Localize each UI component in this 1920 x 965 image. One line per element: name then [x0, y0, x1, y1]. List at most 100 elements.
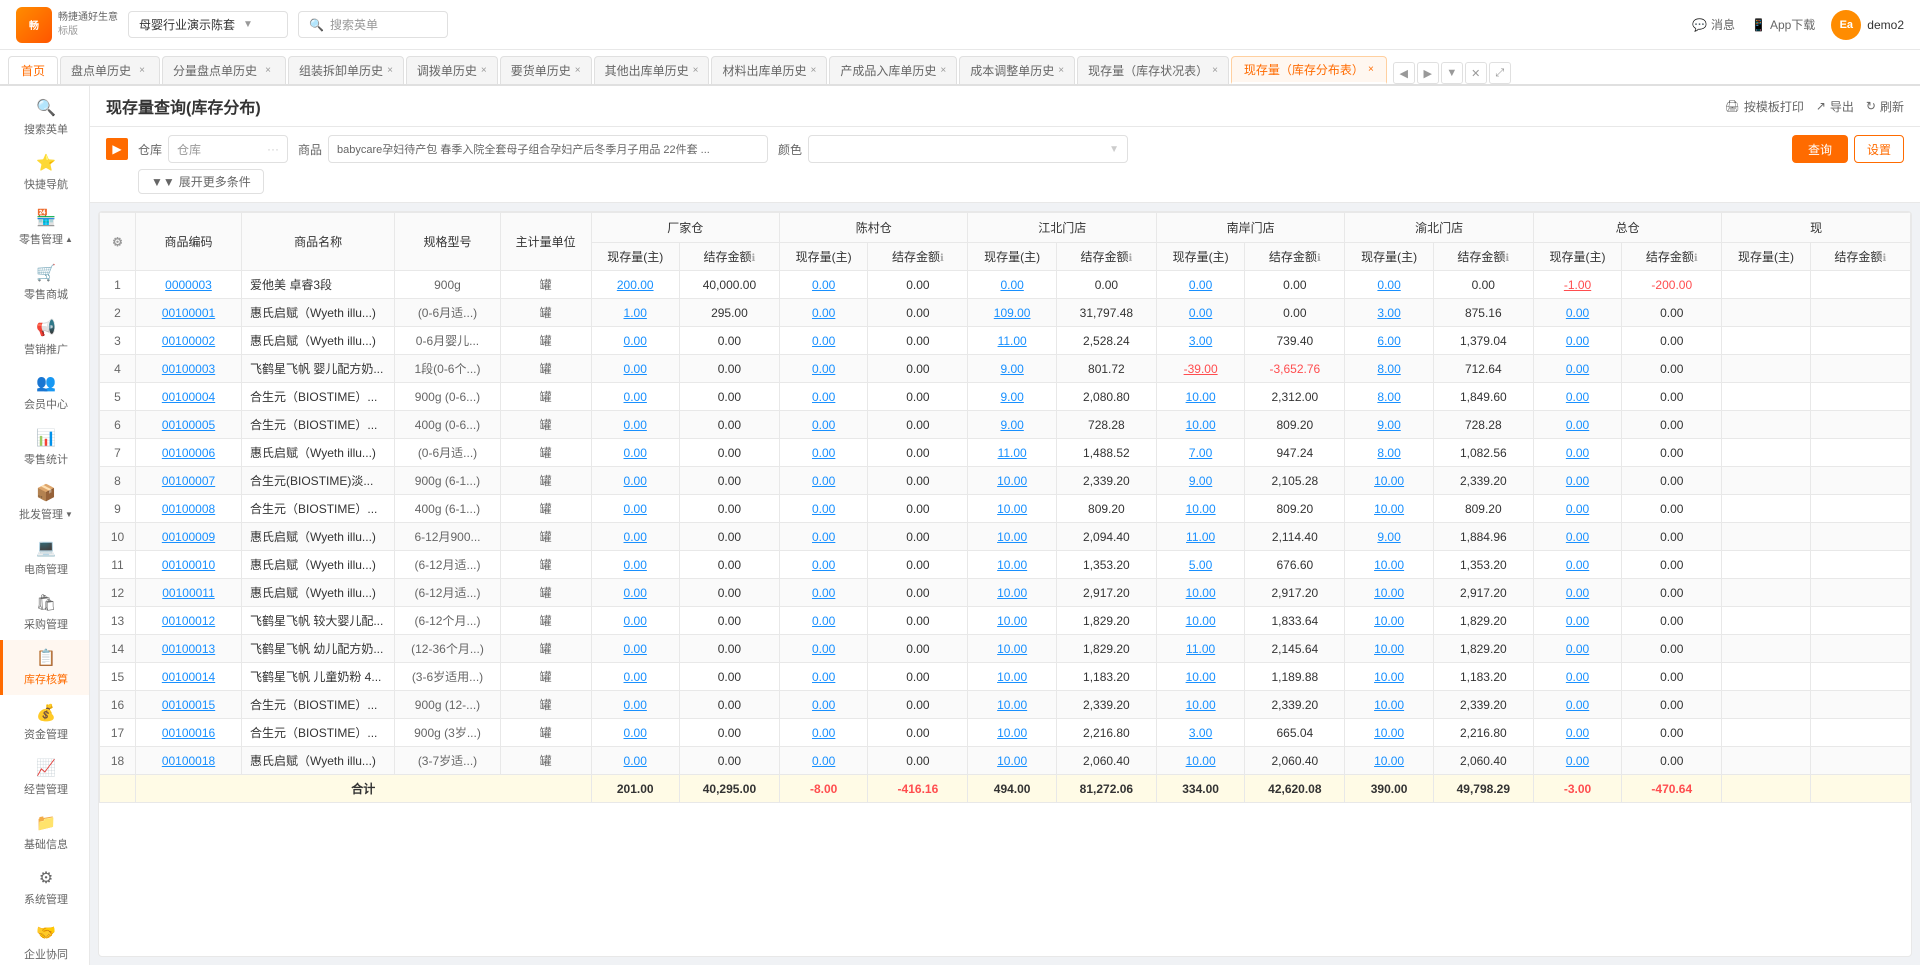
- data-table: ⚙ 商品编码 商品名称 规格型号 主计量单位 厂家仓 陈村仓 江北门店 南岸门店…: [99, 212, 1911, 803]
- sidebar-item-member[interactable]: 👥 会员中心: [0, 365, 89, 420]
- retail-mgmt-icon: 🏪: [36, 208, 56, 228]
- sidebar-item-finance[interactable]: 💰 资金管理: [0, 695, 89, 750]
- table-row: 6 00100005 合生元（BIOSTIME）... 400g (0-6...…: [100, 411, 1911, 439]
- col-factory-header: 厂家仓: [591, 213, 779, 243]
- tab-prev-btn[interactable]: ◀: [1393, 62, 1415, 84]
- color-input[interactable]: ▼: [808, 135, 1128, 163]
- retail-stats-icon: 📊: [36, 428, 56, 448]
- search-button[interactable]: 查询: [1792, 135, 1848, 163]
- settings-icon[interactable]: ⚙: [112, 235, 123, 249]
- tab-item-split[interactable]: 分量盘点单历史 ×: [162, 56, 286, 84]
- sidebar-item-enterprise[interactable]: 🤝 企业协同: [0, 915, 89, 965]
- tab-close-inventory-single[interactable]: ×: [135, 64, 149, 78]
- tab-close-split[interactable]: ×: [261, 64, 275, 78]
- ecom-icon: 💻: [36, 538, 56, 558]
- sidebar-item-purchase[interactable]: 🛍 采购管理: [0, 585, 89, 640]
- industry-selector[interactable]: 母婴行业演示陈套 ▼: [128, 11, 288, 38]
- col-goods-code-header: 商品编码: [136, 213, 242, 271]
- export-btn[interactable]: ↗ 导出: [1816, 98, 1854, 115]
- logo-area: 畅 畅捷通好生意 标版: [16, 7, 118, 43]
- table-row: 14 00100013 飞鹤星飞帆 幼儿配方奶... (12-36个月...) …: [100, 635, 1911, 663]
- col-total-header: 总仓: [1533, 213, 1721, 243]
- tab-close-cost-adjust[interactable]: ×: [1058, 65, 1064, 76]
- tab-item-requisition[interactable]: 要货单历史 ×: [500, 56, 592, 84]
- marketing-icon: 📢: [36, 318, 56, 338]
- finance-icon: 💰: [36, 703, 56, 723]
- refresh-btn[interactable]: ↻ 刷新: [1866, 98, 1904, 115]
- goods-label: 商品: [298, 141, 322, 158]
- sidebar-item-marketing[interactable]: 📢 营销推广: [0, 310, 89, 365]
- tab-close-transfer[interactable]: ×: [481, 65, 487, 76]
- search-english-input[interactable]: 🔍 搜索英单: [298, 11, 448, 38]
- sidebar-item-basic[interactable]: 📁 基础信息: [0, 805, 89, 860]
- refresh-icon: ↻: [1866, 99, 1876, 113]
- total-row: 合计 201.00 40,295.00 -8.00 -416.16 494.00…: [100, 775, 1911, 803]
- tab-close-other-out[interactable]: ×: [693, 65, 699, 76]
- warehouse-input[interactable]: 仓库 ···: [168, 135, 288, 163]
- sidebar-item-retail-stats[interactable]: 📊 零售统计: [0, 420, 89, 475]
- app-download-btn[interactable]: 📱 App下载: [1751, 16, 1815, 33]
- tab-home[interactable]: 首页: [8, 56, 58, 84]
- tab-item-inventory-single[interactable]: 盘点单历史 ×: [60, 56, 160, 84]
- expand-more-icon: ▼▼: [151, 175, 175, 189]
- sidebar-item-shortcut[interactable]: ⭐ 快捷导航: [0, 145, 89, 200]
- col-settings[interactable]: ⚙: [100, 213, 136, 271]
- jiangbei-amt-header: 结存金额ℹ: [1056, 243, 1156, 271]
- user-area[interactable]: Ea demo2: [1831, 10, 1904, 40]
- table-row: 8 00100007 合生元(BIOSTIME)淡... 900g (6-1..…: [100, 467, 1911, 495]
- col-current-header: 现: [1722, 213, 1911, 243]
- sidebar-item-operation[interactable]: 📈 经营管理: [0, 750, 89, 805]
- table-row: 3 00100002 惠氏启赋（Wyeth illu...) 0-6月婴儿...…: [100, 327, 1911, 355]
- tab-close-stock-status[interactable]: ×: [1212, 65, 1218, 76]
- goods-input[interactable]: babycare孕妇待产包 春季入院全套母子组合孕妇产后冬季月子用品 22件套 …: [328, 135, 768, 163]
- system-icon: ⚙: [39, 868, 53, 888]
- search-nav-icon: 🔍: [36, 98, 56, 118]
- sidebar-item-ecom[interactable]: 💻 电商管理: [0, 530, 89, 585]
- tab-close-stock-dist[interactable]: ×: [1368, 64, 1374, 75]
- tab-item-product-in[interactable]: 产成品入库单历史 ×: [829, 56, 957, 84]
- table-row: 18 00100018 惠氏启赋（Wyeth illu...) (3-7岁适..…: [100, 747, 1911, 775]
- col-spec-header: 规格型号: [395, 213, 501, 271]
- table-row: 9 00100008 合生元（BIOSTIME）... 400g (6-1...…: [100, 495, 1911, 523]
- filter-expand-arrow[interactable]: ▶: [106, 138, 128, 160]
- tab-close-product-in[interactable]: ×: [940, 65, 946, 76]
- factory-qty-header: 现存量(主): [591, 243, 679, 271]
- tab-item-stock-status[interactable]: 现存量（库存状况表） ×: [1077, 56, 1229, 84]
- color-label: 颜色: [778, 141, 802, 158]
- tab-item-transfer[interactable]: 调拨单历史 ×: [406, 56, 498, 84]
- sidebar-item-system[interactable]: ⚙ 系统管理: [0, 860, 89, 915]
- col-unit-header: 主计量单位: [500, 213, 591, 271]
- table-row: 17 00100016 合生元（BIOSTIME）... 900g (3岁...…: [100, 719, 1911, 747]
- expand-more-btn[interactable]: ▼▼ 展开更多条件: [138, 169, 264, 194]
- table-row: 7 00100006 惠氏启赋（Wyeth illu...) (0-6月适...…: [100, 439, 1911, 467]
- warehouse-label: 仓库: [138, 141, 162, 158]
- sidebar: 🔍 搜索英单 ⭐ 快捷导航 🏪 零售管理▲ 🛒 零售商城 📢 营销推广 👥 会员…: [0, 86, 90, 965]
- shortcut-nav-icon: ⭐: [36, 153, 56, 173]
- tab-item-other-out[interactable]: 其他出库单历史 ×: [594, 56, 710, 84]
- tab-close-assembly[interactable]: ×: [387, 65, 393, 76]
- wholesale-icon: 📦: [36, 483, 56, 503]
- tab-more-btn[interactable]: ▼: [1441, 62, 1463, 84]
- tab-item-cost-adjust[interactable]: 成本调整单历史 ×: [959, 56, 1075, 84]
- message-btn[interactable]: 💬 消息: [1692, 16, 1735, 33]
- tab-close-material[interactable]: ×: [811, 65, 817, 76]
- print-btn[interactable]: 🖨 按模板打印: [1725, 98, 1804, 115]
- sidebar-item-retail-mgmt[interactable]: 🏪 零售管理▲: [0, 200, 89, 255]
- tab-close-all-btn[interactable]: ✕: [1465, 62, 1487, 84]
- tab-close-requisition[interactable]: ×: [575, 65, 581, 76]
- table-row: 2 00100001 惠氏启赋（Wyeth illu...) (0-6月适...…: [100, 299, 1911, 327]
- tab-item-stock-dist[interactable]: 现存量（库存分布表） ×: [1231, 56, 1387, 84]
- tab-item-material[interactable]: 材料出库单历史 ×: [711, 56, 827, 84]
- sidebar-item-search[interactable]: 🔍 搜索英单: [0, 86, 89, 145]
- sidebar-item-wholesale[interactable]: 📦 批发管理▼: [0, 475, 89, 530]
- print-icon: 🖨: [1725, 99, 1740, 113]
- inventory-icon: 📋: [36, 648, 56, 668]
- tab-item-assembly[interactable]: 组装拆卸单历史 ×: [288, 56, 404, 84]
- setting-button[interactable]: 设置: [1854, 135, 1904, 163]
- tab-next-btn[interactable]: ▶: [1417, 62, 1439, 84]
- page-header: 现存量查询(库存分布) 🖨 按模板打印 ↗ 导出 ↻ 刷新: [90, 86, 1920, 127]
- top-bar: 畅 畅捷通好生意 标版 母婴行业演示陈套 ▼ 🔍 搜索英单 💬 消息 📱 App…: [0, 0, 1920, 50]
- sidebar-item-retail-shop[interactable]: 🛒 零售商城: [0, 255, 89, 310]
- tab-fullscreen-btn[interactable]: ⤢: [1489, 62, 1511, 84]
- sidebar-item-inventory[interactable]: 📋 库存核算: [0, 640, 89, 695]
